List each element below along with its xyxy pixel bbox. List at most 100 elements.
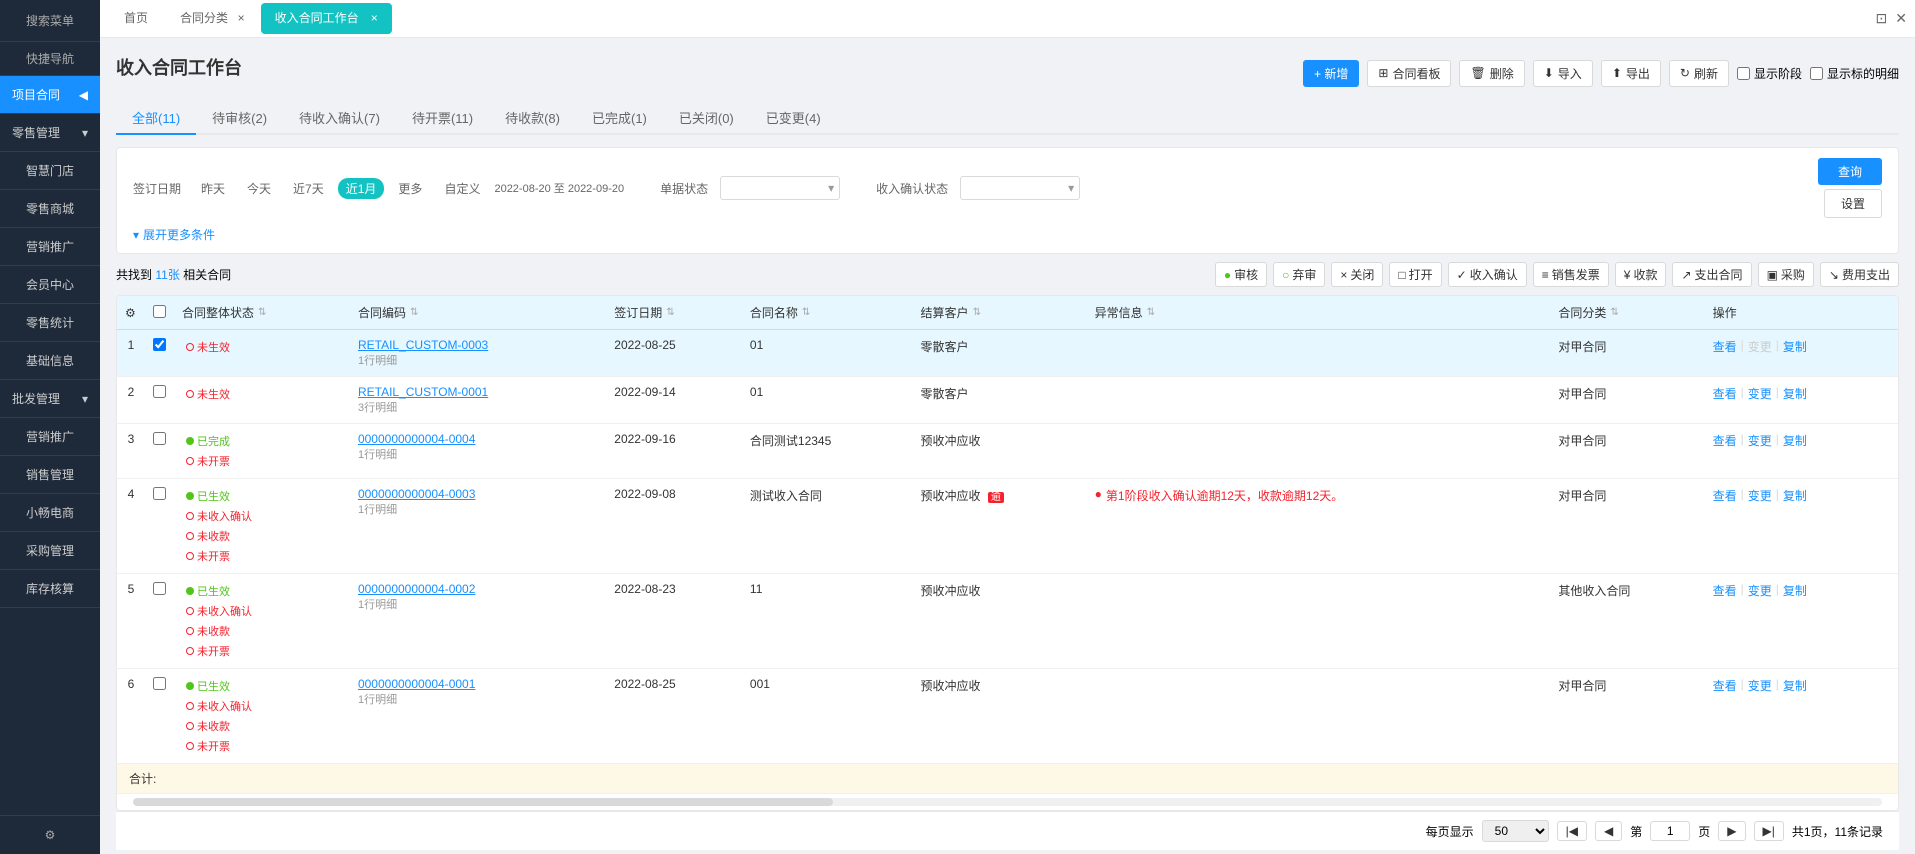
show-fields-checkbox[interactable] <box>1737 67 1750 80</box>
income-confirm-select[interactable] <box>960 176 1080 200</box>
row-checkbox[interactable] <box>153 338 166 351</box>
filter-tab-changed[interactable]: 已变更(4) <box>750 102 837 135</box>
settings-button[interactable]: 设置 <box>1824 189 1882 218</box>
sales-invoice-btn[interactable]: ≡ 销售发票 <box>1533 262 1609 287</box>
last-page-btn[interactable]: ▶| <box>1754 821 1784 841</box>
date-opt-yesterday[interactable]: 昨天 <box>193 178 233 199</box>
next-page-btn[interactable]: ▶ <box>1718 821 1745 841</box>
tab-close-income-contract[interactable]: × <box>371 11 378 25</box>
first-page-btn[interactable]: |◀ <box>1557 821 1587 841</box>
horizontal-scrollbar[interactable] <box>133 798 1882 806</box>
sidebar-search[interactable]: 搜索菜单 <box>0 0 100 42</box>
row-checkbox[interactable] <box>153 677 166 690</box>
view-btn[interactable]: 查看 <box>1713 487 1737 504</box>
view-btn[interactable]: 查看 <box>1713 582 1737 599</box>
copy-btn[interactable]: 复制 <box>1783 677 1807 694</box>
contract-code-link[interactable]: 0000000000004-0004 <box>358 432 475 446</box>
date-opt-last1month[interactable]: 近1月 <box>338 178 385 199</box>
select-all-checkbox[interactable] <box>153 305 166 318</box>
date-opt-more[interactable]: 更多 <box>390 178 430 199</box>
income-confirm-btn[interactable]: ✓ 收入确认 <box>1448 262 1527 287</box>
payment-btn[interactable]: ¥ 收款 <box>1615 262 1667 287</box>
row-checkbox[interactable] <box>153 487 166 500</box>
filter-tab-completed[interactable]: 已完成(1) <box>576 102 663 135</box>
page-number-input[interactable] <box>1650 821 1690 841</box>
abandon-btn[interactable]: ○ 弃审 <box>1273 262 1325 287</box>
view-btn[interactable]: 查看 <box>1713 385 1737 402</box>
expand-conditions-btn[interactable]: ▾ 展开更多条件 <box>133 226 215 243</box>
query-button[interactable]: 查询 <box>1818 158 1882 185</box>
filter-tab-all[interactable]: 全部(11) <box>116 102 196 135</box>
td-checkbox[interactable] <box>145 377 174 424</box>
purchase-btn[interactable]: ▣ 采购 <box>1758 262 1814 287</box>
sidebar-item-project[interactable]: 项目合同 ◀ <box>0 76 100 114</box>
row-checkbox[interactable] <box>153 582 166 595</box>
td-checkbox[interactable] <box>145 330 174 377</box>
sidebar-nav[interactable]: 快捷导航 <box>0 42 100 76</box>
kanban-button[interactable]: ⊞ 合同看板 <box>1367 60 1451 87</box>
refresh-button[interactable]: ↻ 刷新 <box>1669 60 1729 87</box>
td-checkbox[interactable] <box>145 479 174 574</box>
tab-home[interactable]: 首页 <box>108 1 164 36</box>
sidebar-settings[interactable]: ⚙ <box>0 815 100 854</box>
filter-tab-pending-review[interactable]: 待审核(2) <box>196 102 283 135</box>
date-opt-last7[interactable]: 近7天 <box>285 178 332 199</box>
th-checkbox[interactable] <box>145 296 174 330</box>
sidebar-item-sales[interactable]: 销售管理 <box>0 456 100 494</box>
view-btn[interactable]: 查看 <box>1713 677 1737 694</box>
row-checkbox[interactable] <box>153 432 166 445</box>
contract-code-link[interactable]: RETAIL_CUSTOM-0001 <box>358 385 488 399</box>
sidebar-item-smart-store[interactable]: 智慧门店 <box>0 152 100 190</box>
sidebar-item-member[interactable]: 会员中心 <box>0 266 100 304</box>
td-checkbox[interactable] <box>145 669 174 764</box>
window-close-icon[interactable]: ✕ <box>1895 10 1907 27</box>
doc-status-select[interactable] <box>720 176 840 200</box>
tab-income-contract[interactable]: 收入合同工作台 × <box>261 3 392 34</box>
import-button[interactable]: ⬇ 导入 <box>1533 60 1593 87</box>
out-contract-btn[interactable]: ↗ 支出合同 <box>1672 262 1751 287</box>
view-btn[interactable]: 查看 <box>1713 432 1737 449</box>
prev-page-btn[interactable]: ◀ <box>1595 821 1622 841</box>
change-btn[interactable]: 变更 <box>1748 432 1772 449</box>
contract-code-link[interactable]: 0000000000004-0001 <box>358 677 475 691</box>
filter-tab-pending-confirm[interactable]: 待收入确认(7) <box>283 102 396 135</box>
show-fields-toggle[interactable]: 显示阶段 <box>1737 65 1802 82</box>
change-btn[interactable]: 变更 <box>1748 677 1772 694</box>
window-restore-icon[interactable]: ⊡ <box>1876 10 1888 27</box>
close-btn[interactable]: × 关闭 <box>1331 262 1383 287</box>
contract-code-link[interactable]: 0000000000004-0003 <box>358 487 475 501</box>
open-btn[interactable]: □ 打开 <box>1389 262 1441 287</box>
add-button[interactable]: + 新增 <box>1303 60 1359 87</box>
filter-tab-pending-invoice[interactable]: 待开票(11) <box>396 102 489 135</box>
view-btn[interactable]: 查看 <box>1713 338 1737 355</box>
date-opt-custom[interactable]: 自定义 <box>436 178 488 199</box>
delete-button[interactable]: 🗑 删除 <box>1459 60 1524 87</box>
td-checkbox[interactable] <box>145 424 174 479</box>
sidebar-item-purchase[interactable]: 采购管理 <box>0 532 100 570</box>
export-button[interactable]: ⬆ 导出 <box>1601 60 1661 87</box>
expense-btn[interactable]: ↘ 费用支出 <box>1820 262 1899 287</box>
review-btn[interactable]: ● 审核 <box>1215 262 1267 287</box>
show-details-checkbox[interactable] <box>1810 67 1823 80</box>
change-btn[interactable]: 变更 <box>1748 385 1772 402</box>
sidebar-item-retail-mgmt[interactable]: 零售管理 ▾ <box>0 114 100 152</box>
sidebar-item-basic-info[interactable]: 基础信息 <box>0 342 100 380</box>
copy-btn[interactable]: 复制 <box>1783 385 1807 402</box>
sidebar-item-wholesale[interactable]: 批发管理 ▾ <box>0 380 100 418</box>
sidebar-item-retail-mall[interactable]: 零售商城 <box>0 190 100 228</box>
sidebar-item-retail-stats[interactable]: 零售统计 <box>0 304 100 342</box>
copy-btn[interactable]: 复制 <box>1783 487 1807 504</box>
per-page-select[interactable]: 50 10 20 100 <box>1482 820 1549 842</box>
row-checkbox[interactable] <box>153 385 166 398</box>
contract-code-link[interactable]: 0000000000004-0002 <box>358 582 475 596</box>
tab-contract-category[interactable]: 合同分类 × <box>164 1 261 36</box>
filter-tab-pending-payment[interactable]: 待收款(8) <box>489 102 576 135</box>
copy-btn[interactable]: 复制 <box>1783 582 1807 599</box>
date-opt-today[interactable]: 今天 <box>239 178 279 199</box>
sidebar-item-marketing2[interactable]: 营销推广 <box>0 418 100 456</box>
contract-code-link[interactable]: RETAIL_CUSTOM-0003 <box>358 338 488 352</box>
th-settings[interactable]: ⚙ <box>117 296 145 330</box>
copy-btn[interactable]: 复制 <box>1783 432 1807 449</box>
show-details-toggle[interactable]: 显示标的明细 <box>1810 65 1899 82</box>
change-btn[interactable]: 变更 <box>1748 487 1772 504</box>
